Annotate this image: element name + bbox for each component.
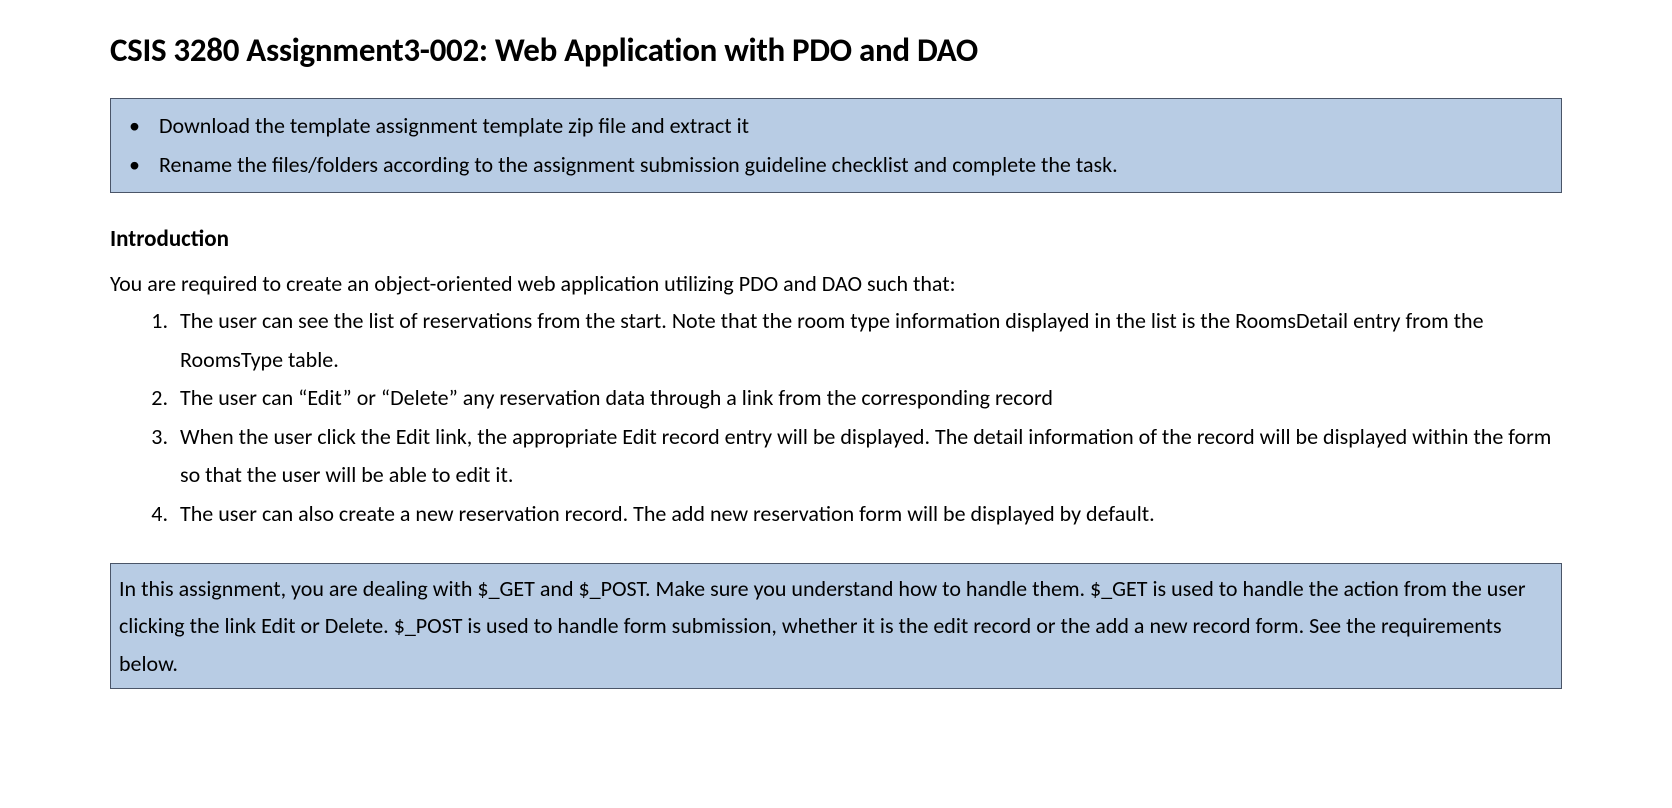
intro-item: The user can “Edit” or “Delete” any rese… xyxy=(180,379,1562,418)
setup-item: Download the template assignment templat… xyxy=(159,107,1547,146)
page-title: CSIS 3280 Assignment3-002: Web Applicati… xyxy=(110,30,1562,70)
intro-item: When the user click the Edit link, the a… xyxy=(180,418,1562,495)
intro-lead: You are required to create an object-ori… xyxy=(110,267,1562,300)
intro-item: The user can also create a new reservati… xyxy=(180,495,1562,534)
setup-item: Rename the files/folders according to th… xyxy=(159,146,1547,185)
setup-box: Download the template assignment templat… xyxy=(110,98,1562,193)
intro-heading: Introduction xyxy=(110,225,1562,253)
intro-item: The user can see the list of reservation… xyxy=(180,302,1562,379)
setup-list: Download the template assignment templat… xyxy=(125,107,1547,184)
intro-list: The user can see the list of reservation… xyxy=(110,302,1562,533)
note-box: In this assignment, you are dealing with… xyxy=(110,563,1562,689)
